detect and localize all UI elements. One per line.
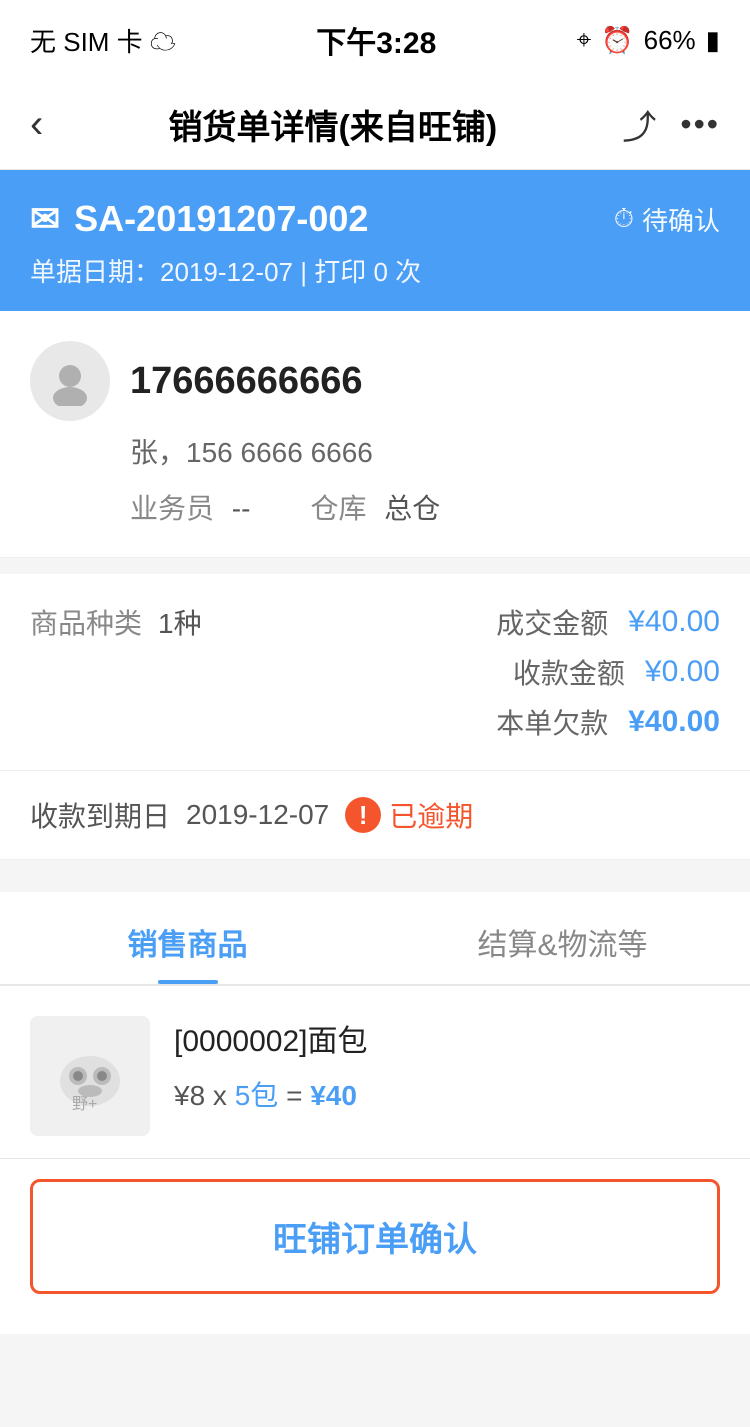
order-id-text: SA-20191207-002 xyxy=(74,198,368,240)
transaction-amount-row: 成交金额 ¥40.00 xyxy=(496,602,720,642)
order-id: ✉ SA-20191207-002 xyxy=(30,198,368,240)
bottom-button-wrap: 旺铺订单确认 xyxy=(0,1158,750,1334)
nav-icons: ⤴ ••• xyxy=(622,100,720,149)
divider-1 xyxy=(0,558,750,574)
due-date-label: 收款到期日 xyxy=(30,795,170,835)
customer-meta-row: 业务员 -- 仓库 总仓 xyxy=(130,487,720,527)
owed-label: 本单欠款 xyxy=(496,702,608,742)
order-status: ⏱ 待确认 xyxy=(614,201,720,238)
product-item: 野+ [0000002]面包 ¥8 x 5包 = ¥40 xyxy=(0,986,750,1167)
order-meta: 单据日期：2019-12-07 | 打印 0 次 xyxy=(30,252,720,289)
warehouse-value: 总仓 xyxy=(384,493,440,524)
product-qty: 5包 xyxy=(235,1080,279,1111)
received-label: 收款金额 xyxy=(513,652,625,692)
customer-avatar xyxy=(30,341,110,421)
tab-sales-products[interactable]: 销售商品 xyxy=(0,892,375,984)
tabs-section: 销售商品 结算&物流等 xyxy=(0,892,750,986)
more-button[interactable]: ••• xyxy=(680,106,720,143)
product-price: ¥8 x 5包 = ¥40 xyxy=(174,1074,720,1114)
product-types-value: 1种 xyxy=(158,602,202,642)
nav-bar: ‹ 销货单详情(来自旺铺) ⤴ ••• xyxy=(0,80,750,170)
product-image: 野+ xyxy=(30,1016,150,1136)
warehouse-label: 仓库 xyxy=(310,493,366,524)
salesperson-value: -- xyxy=(232,493,251,524)
customer-phone: 17666666666 xyxy=(130,360,362,403)
status-bar: 无 SIM 卡 ☁ 下午3:28 ⌖ ⏰ 66% ▮ xyxy=(0,0,750,80)
summary-section: 商品种类 1种 成交金额 ¥40.00 收款金额 ¥0.00 本单欠款 ¥40.… xyxy=(0,574,750,771)
divider-2 xyxy=(0,860,750,876)
product-types-label: 商品种类 xyxy=(30,602,142,642)
product-list: 野+ [0000002]面包 ¥8 x 5包 = ¥40 xyxy=(0,986,750,1167)
order-print-text: 打印 0 次 xyxy=(314,257,421,287)
order-id-row: ✉ SA-20191207-002 ⏱ 待确认 xyxy=(30,198,720,240)
order-status-text: 待确认 xyxy=(642,201,720,238)
battery-label: 66% xyxy=(644,25,696,56)
status-clock-icon: ⏱ xyxy=(614,203,634,235)
warehouse-field: 仓库 总仓 xyxy=(310,487,440,527)
location-icon: ⌖ xyxy=(577,24,592,56)
equals-sign: = xyxy=(286,1080,302,1111)
order-separator: | xyxy=(300,257,314,287)
sim-label: 无 SIM 卡 ☁ xyxy=(30,22,176,59)
status-time: 下午3:28 xyxy=(316,18,436,62)
tab-settlement[interactable]: 结算&物流等 xyxy=(375,892,750,984)
customer-row: 17666666666 xyxy=(30,341,720,421)
product-total: ¥40 xyxy=(310,1080,357,1111)
battery-icon: ▮ xyxy=(706,25,720,56)
share-button[interactable]: ⤴ xyxy=(622,100,656,149)
customer-card: 17666666666 张，156 6666 6666 业务员 -- 仓库 总仓 xyxy=(0,311,750,558)
salesperson-label: 业务员 xyxy=(130,493,214,524)
overdue-text: 已逾期 xyxy=(389,795,473,835)
product-types-field: 商品种类 1种 xyxy=(30,602,202,642)
customer-name: 张，156 6666 6666 xyxy=(130,431,720,471)
order-date-text: 单据日期：2019-12-07 xyxy=(30,257,293,287)
received-amount-row: 收款金额 ¥0.00 xyxy=(513,652,720,692)
status-left: 无 SIM 卡 ☁ xyxy=(30,22,176,59)
salesperson-field: 业务员 -- xyxy=(130,487,250,527)
owed-value: ¥40.00 xyxy=(628,705,720,739)
received-value: ¥0.00 xyxy=(645,655,720,689)
due-date-section: 收款到期日 2019-12-07 ! 已逾期 xyxy=(0,771,750,860)
confirm-order-button[interactable]: 旺铺订单确认 xyxy=(30,1179,720,1294)
status-right: ⌖ ⏰ 66% ▮ xyxy=(577,24,720,56)
order-icon: ✉ xyxy=(30,198,60,240)
product-info: [0000002]面包 ¥8 x 5包 = ¥40 xyxy=(174,1016,720,1114)
owed-amount-row: 本单欠款 ¥40.00 xyxy=(496,702,720,742)
overdue-icon: ! xyxy=(345,797,381,833)
amounts-column: 成交金额 ¥40.00 收款金额 ¥0.00 本单欠款 ¥40.00 xyxy=(496,602,720,742)
transaction-label: 成交金额 xyxy=(496,602,608,642)
due-date-value: 2019-12-07 xyxy=(186,799,329,831)
overdue-badge: ! 已逾期 xyxy=(345,795,473,835)
svg-text:野+: 野+ xyxy=(72,1095,97,1111)
page-title: 销货单详情(来自旺铺) xyxy=(169,100,498,149)
tab-settlement-label: 结算&物流等 xyxy=(477,929,647,962)
product-name: [0000002]面包 xyxy=(174,1016,720,1060)
transaction-value: ¥40.00 xyxy=(628,605,720,639)
order-banner: ✉ SA-20191207-002 ⏱ 待确认 单据日期：2019-12-07 … xyxy=(0,170,750,311)
alarm-icon: ⏰ xyxy=(601,25,633,56)
back-button[interactable]: ‹ xyxy=(30,102,43,147)
tab-sales-products-label: 销售商品 xyxy=(128,929,248,962)
price-text: ¥8 x xyxy=(174,1080,227,1111)
